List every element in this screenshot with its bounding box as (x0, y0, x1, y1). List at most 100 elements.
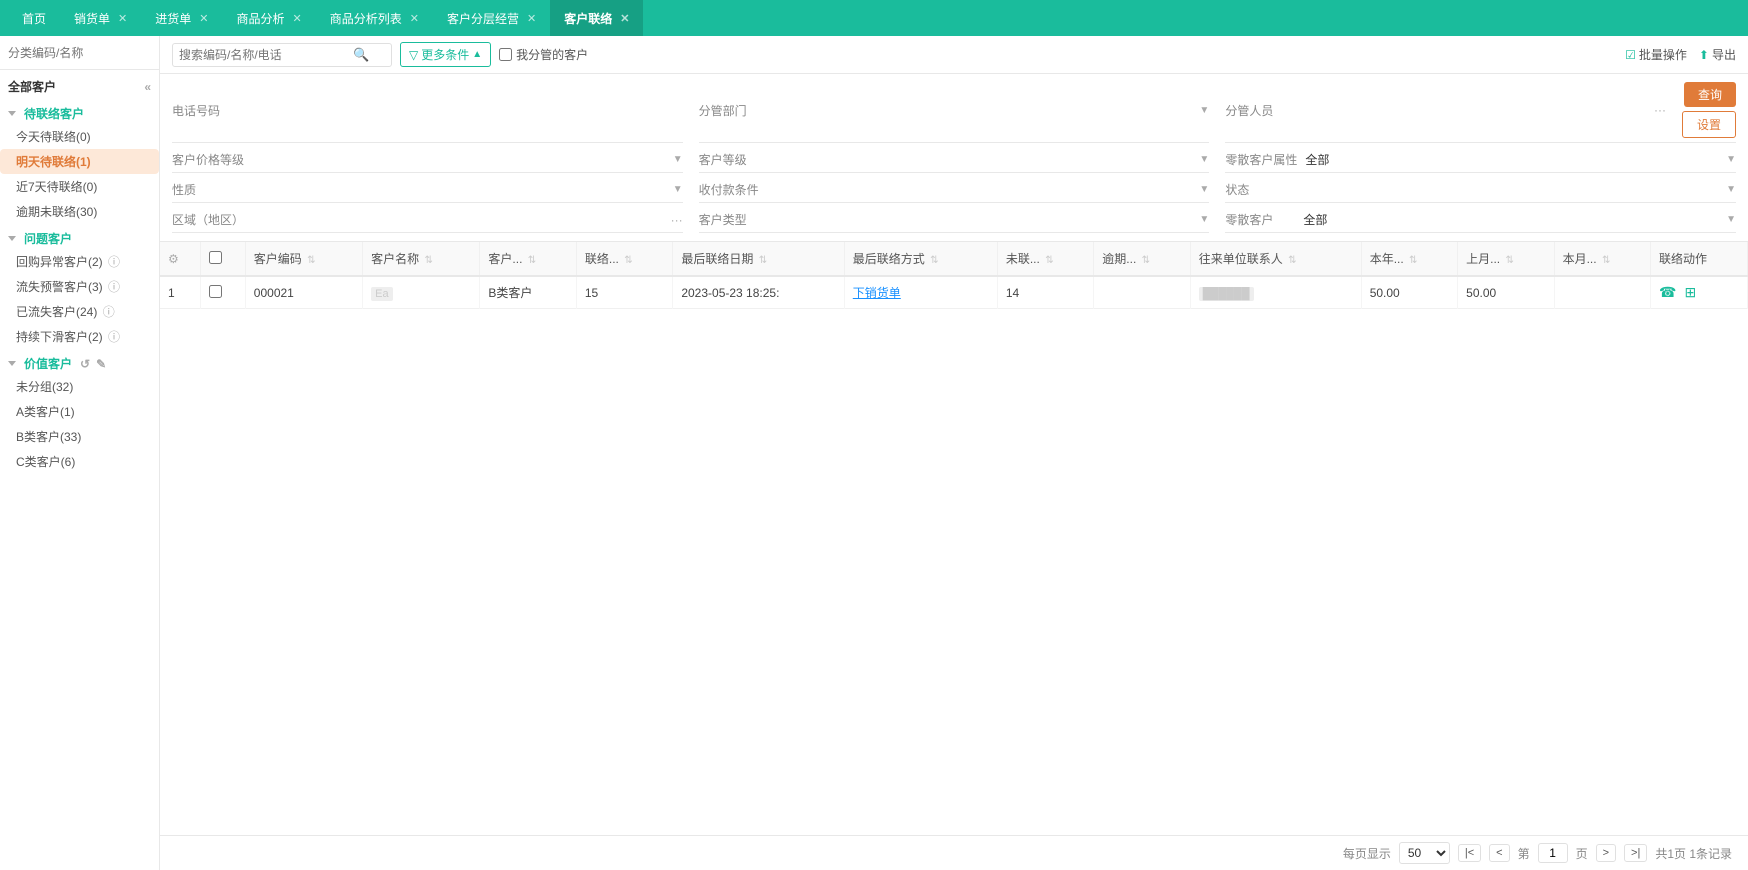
filter-row-retail-attr: 零散客户属性 ▼ (1225, 151, 1736, 173)
query-button[interactable]: 查询 (1684, 82, 1736, 107)
settings-button[interactable]: 设置 (1682, 111, 1736, 138)
col-type[interactable]: 客户... ⇅ (480, 242, 576, 276)
select-all-checkbox[interactable] (209, 251, 222, 264)
col-settings[interactable]: ⚙ (160, 242, 201, 276)
next-page-btn[interactable]: > (1596, 844, 1616, 862)
more-conditions-btn[interactable]: ▽ 更多条件 ▲ (400, 42, 491, 67)
search-input[interactable] (179, 48, 349, 62)
col-this-month[interactable]: 本月... ⇅ (1554, 242, 1650, 276)
batch-operation-btn[interactable]: ☑ 批量操作 (1625, 46, 1687, 63)
per-page-select[interactable]: 50 100 200 (1399, 842, 1450, 864)
sidebar-item-class-a[interactable]: A类客户(1) (0, 399, 159, 424)
sidebar-item-class-c[interactable]: C类客户(6) (0, 449, 159, 474)
nav-product-analysis[interactable]: 商品分析 ✕ (222, 0, 315, 36)
nav-close-sales[interactable]: ✕ (118, 12, 127, 25)
sidebar-item-overdue[interactable]: 逾期未联络(30) (0, 199, 159, 224)
last-method-link[interactable]: 下销货单 (853, 286, 901, 300)
customer-type-input[interactable] (777, 213, 1192, 227)
nav-purchase-order[interactable]: 进货单 ✕ (141, 0, 222, 36)
region-dots[interactable]: ··· (671, 213, 683, 227)
sidebar-search-input[interactable] (8, 46, 160, 60)
page-input[interactable] (1538, 843, 1568, 863)
nav-close-product-list[interactable]: ✕ (410, 12, 419, 25)
customer-table: ⚙ 客户编码 ⇅ 客户名称 ⇅ (160, 242, 1748, 309)
collapse-icon[interactable]: « (144, 80, 151, 94)
my-customers-checkbox[interactable] (499, 48, 512, 61)
col-code[interactable]: 客户编码 ⇅ (245, 242, 362, 276)
nav-home[interactable]: 首页 (8, 0, 60, 36)
col-overdue[interactable]: 逾期... ⇅ (1094, 242, 1190, 276)
sidebar-item-churned[interactable]: 已流失客户(24) ⓘ (0, 299, 159, 324)
nav-sales-order[interactable]: 销货单 ✕ (60, 0, 141, 36)
sidebar-item-class-b[interactable]: B类客户(33) (0, 424, 159, 449)
col-unliaison[interactable]: 未联... ⇅ (997, 242, 1093, 276)
retail-attr-input[interactable] (1305, 153, 1718, 167)
customer-level-input[interactable] (777, 153, 1192, 167)
status-input[interactable] (1303, 183, 1718, 197)
group-value-customers: 价值客户 ↺ ✎ (0, 349, 159, 374)
export-btn[interactable]: ⬆ 导出 (1699, 46, 1736, 63)
sidebar-item-today[interactable]: 今天待联络(0) (0, 124, 159, 149)
sort-date-icon: ⇅ (759, 255, 767, 266)
search-icon[interactable]: 🔍 (353, 47, 369, 63)
col-contacts[interactable]: 联络... ⇅ (576, 242, 672, 276)
prev-page-btn[interactable]: < (1489, 844, 1509, 862)
col-contact-person[interactable]: 往来单位联系人 ⇅ (1190, 242, 1361, 276)
cell-checkbox[interactable] (201, 276, 246, 309)
payment-arrow[interactable]: ▼ (1199, 184, 1209, 195)
customer-level-arrow[interactable]: ▼ (1199, 154, 1209, 165)
grid-action-icon[interactable]: ⊞ (1685, 284, 1697, 301)
status-arrow[interactable]: ▼ (1726, 184, 1736, 195)
page-label: 第 (1518, 845, 1530, 862)
first-page-btn[interactable]: |< (1458, 844, 1481, 862)
dept-arrow-icon[interactable]: ▼ (1199, 105, 1209, 116)
price-level-input[interactable] (252, 153, 665, 167)
nav-product-analysis-list[interactable]: 商品分析列表 ✕ (316, 0, 433, 36)
region-input[interactable] (252, 213, 663, 227)
my-customers-filter[interactable]: 我分管的客户 (499, 46, 588, 63)
gear-icon[interactable]: ⚙ (168, 252, 179, 266)
nav-close-contact[interactable]: ✕ (620, 12, 629, 25)
col-last-month[interactable]: 上月... ⇅ (1458, 242, 1554, 276)
dept-input[interactable] (777, 103, 1192, 117)
nav-close-product[interactable]: ✕ (293, 12, 302, 25)
payment-label: 收付款条件 (699, 181, 769, 198)
col-action: 联络动作 (1651, 242, 1748, 276)
sidebar-item-tomorrow[interactable]: 明天待联络(1) (0, 149, 159, 174)
sidebar-item-7days[interactable]: 近7天待联络(0) (0, 174, 159, 199)
sidebar-item-abnormal-repurchase[interactable]: 回购异常客户(2) ⓘ (0, 249, 159, 274)
sidebar-item-declining[interactable]: 持续下滑客户(2) ⓘ (0, 324, 159, 349)
payment-input[interactable] (777, 183, 1192, 197)
customer-type-arrow[interactable]: ▼ (1199, 214, 1209, 225)
retail-customer-arrow[interactable]: ▼ (1726, 214, 1736, 225)
col-last-method[interactable]: 最后联络方式 ⇅ (844, 242, 997, 276)
manager-input[interactable] (1303, 103, 1646, 117)
per-page-label: 每页显示 (1343, 845, 1391, 862)
col-last-date[interactable]: 最后联络日期 ⇅ (673, 242, 844, 276)
sidebar-item-churn-warning[interactable]: 流失预警客户(3) ⓘ (0, 274, 159, 299)
refresh-icon[interactable]: ↺ (80, 357, 90, 371)
col-name[interactable]: 客户名称 ⇅ (363, 242, 480, 276)
nature-input[interactable] (250, 183, 665, 197)
nav-close-purchase[interactable]: ✕ (199, 12, 208, 25)
edit-icon[interactable]: ✎ (96, 357, 106, 371)
manager-dots-icon[interactable]: ··· (1654, 103, 1666, 117)
customer-level-label: 客户等级 (699, 151, 769, 168)
nature-arrow[interactable]: ▼ (673, 184, 683, 195)
col-checkbox[interactable] (201, 242, 246, 276)
col-this-year[interactable]: 本年... ⇅ (1361, 242, 1457, 276)
cell-last-method[interactable]: 下销货单 (844, 276, 997, 309)
phone-input[interactable] (250, 103, 683, 117)
retail-customer-input[interactable] (1303, 213, 1718, 227)
top-navigation: 首页 销货单 ✕ 进货单 ✕ 商品分析 ✕ 商品分析列表 ✕ 客户分层经营 ✕ … (0, 0, 1748, 36)
row-checkbox[interactable] (209, 285, 222, 298)
sidebar-item-ungrouped[interactable]: 未分组(32) (0, 374, 159, 399)
pagination: 每页显示 50 100 200 |< < 第 页 > >| 共1页 1条记录 (160, 835, 1748, 870)
phone-action-icon[interactable]: ☎ (1659, 284, 1676, 301)
nav-customer-tier[interactable]: 客户分层经营 ✕ (433, 0, 550, 36)
nav-customer-contact[interactable]: 客户联络 ✕ (550, 0, 643, 36)
last-page-btn[interactable]: >| (1624, 844, 1647, 862)
nav-close-tier[interactable]: ✕ (527, 12, 536, 25)
price-level-arrow[interactable]: ▼ (673, 154, 683, 165)
retail-attr-arrow[interactable]: ▼ (1726, 154, 1736, 165)
